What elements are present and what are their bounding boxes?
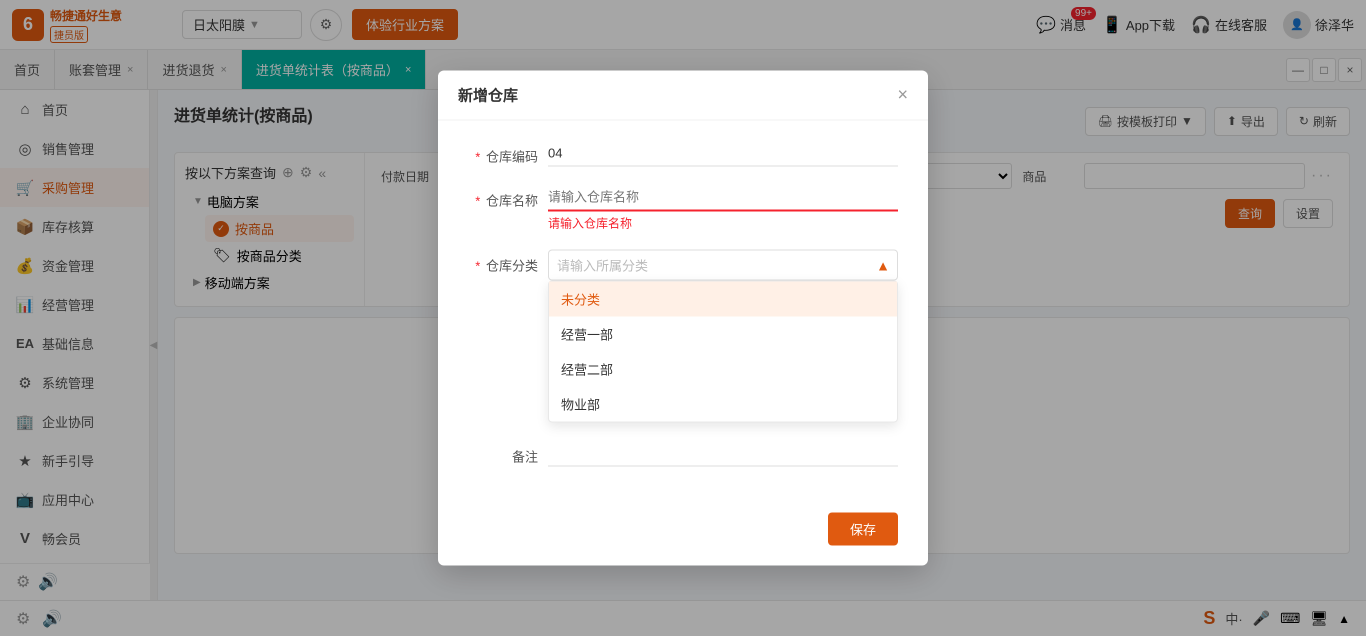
name-input[interactable]	[548, 185, 898, 212]
modal-new-warehouse: 新增仓库 × * 仓库编码 * 仓库名称 请输入仓库名称	[438, 71, 928, 566]
category-arrow-icon: ▲	[876, 257, 890, 273]
category-placeholder: 请输入所属分类	[557, 256, 648, 275]
modal-header: 新增仓库 ×	[438, 71, 928, 121]
remark-input[interactable]	[548, 441, 898, 467]
save-button[interactable]: 保存	[828, 513, 898, 546]
modal-title: 新增仓库	[458, 85, 518, 106]
dropdown-item-property[interactable]: 物业部	[549, 387, 897, 422]
name-error-msg: 请输入仓库名称	[548, 215, 898, 232]
form-row-name: * 仓库名称 请输入仓库名称	[468, 185, 898, 232]
name-control: 请输入仓库名称	[548, 185, 898, 232]
code-input[interactable]	[548, 141, 898, 167]
form-row-category: * 仓库分类 请输入所属分类 ▲ 未分类 经营一部 经营二部 物业部	[468, 250, 898, 281]
code-label-wrapper: * 仓库编码	[468, 141, 548, 166]
remark-label-wrapper: 备注	[468, 441, 548, 466]
category-label: 仓库分类	[486, 259, 538, 274]
remark-control	[548, 441, 898, 467]
name-label: 仓库名称	[486, 194, 538, 209]
code-label: 仓库编码	[486, 150, 538, 165]
form-row-remark: 备注	[468, 441, 898, 467]
modal-body: * 仓库编码 * 仓库名称 请输入仓库名称 * 仓库分类	[438, 121, 928, 505]
dropdown-item-uncategorized[interactable]: 未分类	[549, 282, 897, 317]
form-row-code: * 仓库编码	[468, 141, 898, 167]
name-label-wrapper: * 仓库名称	[468, 185, 548, 210]
dropdown-item-dept1[interactable]: 经营一部	[549, 317, 897, 352]
remark-label: 备注	[512, 450, 538, 465]
dropdown-item-dept2[interactable]: 经营二部	[549, 352, 897, 387]
modal-footer: 保存	[438, 513, 928, 546]
category-control: 请输入所属分类 ▲ 未分类 经营一部 经营二部 物业部	[548, 250, 898, 281]
category-select[interactable]: 请输入所属分类 ▲	[548, 250, 898, 281]
category-dropdown: 未分类 经营一部 经营二部 物业部	[548, 281, 898, 423]
code-control	[548, 141, 898, 167]
category-label-wrapper: * 仓库分类	[468, 250, 548, 275]
modal-close-button[interactable]: ×	[897, 85, 908, 106]
